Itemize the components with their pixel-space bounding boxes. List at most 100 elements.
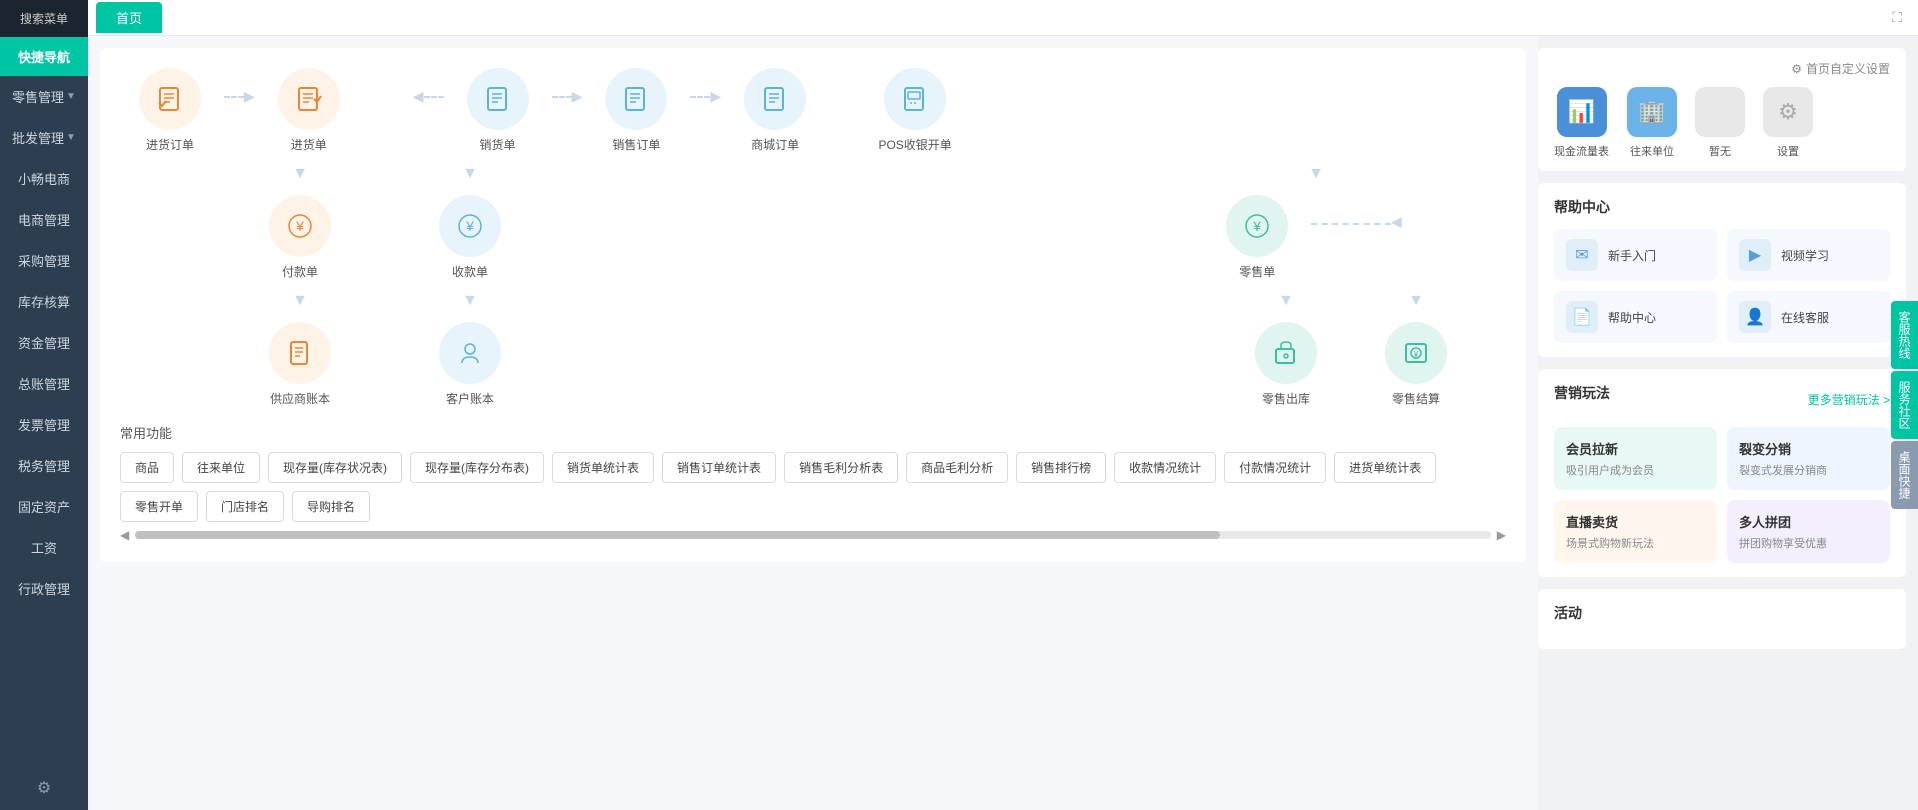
func-btn-销售排行榜[interactable]: 销售排行榜 — [1016, 452, 1106, 483]
float-btn-community[interactable]: 服务社区 — [1891, 371, 1918, 439]
flow-node-retail-outbound[interactable]: 零售出库 — [1236, 322, 1336, 407]
marketing-grid: 会员拉新吸引用户成为会员裂变分销裂变式发展分销商直播卖货场景式购物新玩法多人拼团… — [1554, 427, 1890, 563]
flow-node-retail-settle[interactable]: ¥ 零售结算 — [1366, 322, 1466, 407]
func-btn-门店排名[interactable]: 门店排名 — [206, 491, 284, 522]
func-btn-现存量(库存状况表)[interactable]: 现存量(库存状况表) — [268, 452, 402, 483]
flow-node-pos[interactable]: POS收银开单 — [865, 68, 965, 153]
marketing-item-3[interactable]: 多人拼团拼团购物享受优惠 — [1727, 500, 1890, 563]
qa-icon-item-3[interactable]: ⚙设置 — [1763, 87, 1813, 159]
marketing-item-0[interactable]: 会员拉新吸引用户成为会员 — [1554, 427, 1717, 490]
func-btn-现存量(库存分布表)[interactable]: 现存量(库存分布表) — [410, 452, 544, 483]
sidebar-item-finance[interactable]: 资金管理 — [0, 322, 88, 363]
flow-diagram: 进货订单 ▶ 进货单 — [120, 68, 1506, 407]
svg-text:¥: ¥ — [465, 218, 474, 234]
marketing-sub-1: 裂变式发展分销商 — [1739, 462, 1878, 478]
flow-row-2: ¥ 付款单 ¥ 收款单 — [120, 195, 1506, 280]
qa-icon-item-1[interactable]: 🏢往来单位 — [1627, 87, 1677, 159]
scroll-bar: ◀ ▶ — [120, 522, 1506, 546]
func-btn-零售开单[interactable]: 零售开单 — [120, 491, 198, 522]
qa-icon-box-1: 🏢 — [1627, 87, 1677, 137]
marketing-sub-0: 吸引用户成为会员 — [1566, 462, 1705, 478]
func-btn-销货单统计表[interactable]: 销货单统计表 — [552, 452, 654, 483]
flow-node-sales[interactable]: 销货单 — [448, 68, 548, 153]
marketing-item-1[interactable]: 裂变分销裂变式发展分销商 — [1727, 427, 1890, 490]
flow-node-purchase[interactable]: 进货单 — [259, 68, 359, 153]
sidebar-item-salary[interactable]: 工资 — [0, 527, 88, 568]
sales-icon — [467, 68, 529, 130]
svg-text:¥: ¥ — [1252, 218, 1261, 234]
scroll-track[interactable] — [135, 531, 1491, 539]
sidebar-item-tax[interactable]: 税务管理 — [0, 445, 88, 486]
gear-icon: ⚙ — [1791, 62, 1802, 76]
receipt-icon: ¥ — [439, 195, 501, 257]
qa-icon-item-0[interactable]: 📊现金流量表 — [1554, 87, 1609, 159]
func-btn-收款情况统计[interactable]: 收款情况统计 — [1114, 452, 1216, 483]
marketing-sub-2: 场景式购物新玩法 — [1566, 535, 1705, 551]
func-btn-付款情况统计[interactable]: 付款情况统计 — [1224, 452, 1326, 483]
marketing-item-2[interactable]: 直播卖货场景式购物新玩法 — [1554, 500, 1717, 563]
flow-node-mall-order[interactable]: 商城订单 — [725, 68, 825, 153]
help-item-1[interactable]: ▶视频学习 — [1727, 229, 1890, 281]
retail-outbound-icon — [1255, 322, 1317, 384]
arrow-5-6: ▶ — [686, 88, 725, 133]
qa-icon-box-3: ⚙ — [1763, 87, 1813, 137]
func-btn-进货单统计表[interactable]: 进货单统计表 — [1334, 452, 1436, 483]
main-panel: 进货订单 ▶ 进货单 — [88, 36, 1538, 810]
sidebar-item-retail[interactable]: 零售管理 ▼ — [0, 76, 88, 117]
float-btn-hotline[interactable]: 客服热线 — [1891, 301, 1918, 369]
tab-home[interactable]: 首页 — [96, 2, 162, 33]
func-btn-销售毛利分析表[interactable]: 销售毛利分析表 — [784, 452, 898, 483]
sidebar-item-purchase[interactable]: 采购管理 — [0, 240, 88, 281]
marketing-sub-3: 拼团购物享受优惠 — [1739, 535, 1878, 551]
sidebar-item-fixed-assets[interactable]: 固定资产 — [0, 486, 88, 527]
func-btn-商品[interactable]: 商品 — [120, 452, 174, 483]
sidebar-item-inventory[interactable]: 库存核算 — [0, 281, 88, 322]
scroll-left-icon[interactable]: ◀ — [120, 528, 129, 542]
func-btn-销售订单统计表[interactable]: 销售订单统计表 — [662, 452, 776, 483]
qa-icon-item-2[interactable]: 暂无 — [1695, 87, 1745, 159]
help-section: 帮助中心 ✉新手入门▶视频学习📄帮助中心👤在线客服 — [1538, 183, 1906, 357]
func-buttons: 商品往来单位现存量(库存状况表)现存量(库存分布表)销货单统计表销售订单统计表销… — [120, 452, 1506, 522]
sidebar-item-ecom[interactable]: 小畅电商 — [0, 158, 88, 199]
sidebar-item-admin[interactable]: 行政管理 — [0, 568, 88, 609]
help-title: 帮助中心 — [1554, 197, 1890, 217]
flow-node-payment[interactable]: ¥ 付款单 — [250, 195, 350, 280]
func-btn-商品毛利分析[interactable]: 商品毛利分析 — [906, 452, 1008, 483]
help-item-2[interactable]: 📄帮助中心 — [1554, 291, 1717, 343]
float-btn-desktop[interactable]: 桌面快捷 — [1891, 441, 1918, 509]
flow-node-sales-order[interactable]: 销售订单 — [586, 68, 686, 153]
flow-node-retail-slip[interactable]: ¥ 零售单 — [1207, 195, 1307, 280]
sidebar-search[interactable]: 搜索菜单 — [0, 0, 88, 37]
sidebar-item-wholesale[interactable]: 批发管理 ▼ — [0, 117, 88, 158]
flow-card: 进货订单 ▶ 进货单 — [100, 48, 1526, 562]
expand-icon[interactable]: ⛶ — [1884, 5, 1910, 30]
tab-bar: 首页 ⛶ — [88, 0, 1918, 36]
settings-bottom-icon[interactable]: ⚙ — [0, 766, 88, 810]
sidebar-item-invoice[interactable]: 发票管理 — [0, 404, 88, 445]
qa-icons: 📊现金流量表 🏢往来单位暂无 ⚙设置 — [1554, 87, 1890, 159]
content-area: 进货订单 ▶ 进货单 — [88, 36, 1918, 810]
mall-order-icon — [744, 68, 806, 130]
flow-node-purchase-order[interactable]: 进货订单 — [120, 68, 220, 153]
qa-icon-label-0: 现金流量表 — [1554, 143, 1609, 159]
help-text-2: 帮助中心 — [1608, 309, 1656, 326]
func-btn-往来单位[interactable]: 往来单位 — [182, 452, 260, 483]
scroll-right-icon[interactable]: ▶ — [1497, 528, 1506, 542]
marketing-more-link[interactable]: 更多营销玩法 > — [1808, 391, 1890, 408]
float-buttons: 客服热线 服务社区 桌面快捷 — [1891, 301, 1918, 509]
marketing-title-3: 多人拼团 — [1739, 512, 1878, 531]
flow-node-receipt[interactable]: ¥ 收款单 — [420, 195, 520, 280]
flow-row-1: 进货订单 ▶ 进货单 — [120, 68, 1506, 153]
flow-node-customer-book[interactable]: 客户账本 — [420, 322, 520, 407]
flow-node-supplier-book[interactable]: 供应商账本 — [250, 322, 350, 407]
svg-text:¥: ¥ — [295, 218, 304, 234]
sidebar-item-general-ledger[interactable]: 总账管理 — [0, 363, 88, 404]
purchase-order-icon — [139, 68, 201, 130]
help-item-0[interactable]: ✉新手入门 — [1554, 229, 1717, 281]
flow-row-3: 供应商账本 客户账本 — [120, 322, 1506, 407]
sidebar-item-ecom-mgmt[interactable]: 电商管理 — [0, 199, 88, 240]
help-item-3[interactable]: 👤在线客服 — [1727, 291, 1890, 343]
homepage-settings-link[interactable]: ⚙ 首页自定义设置 — [1791, 60, 1890, 77]
customer-book-icon — [439, 322, 501, 384]
func-btn-导购排名[interactable]: 导购排名 — [292, 491, 370, 522]
